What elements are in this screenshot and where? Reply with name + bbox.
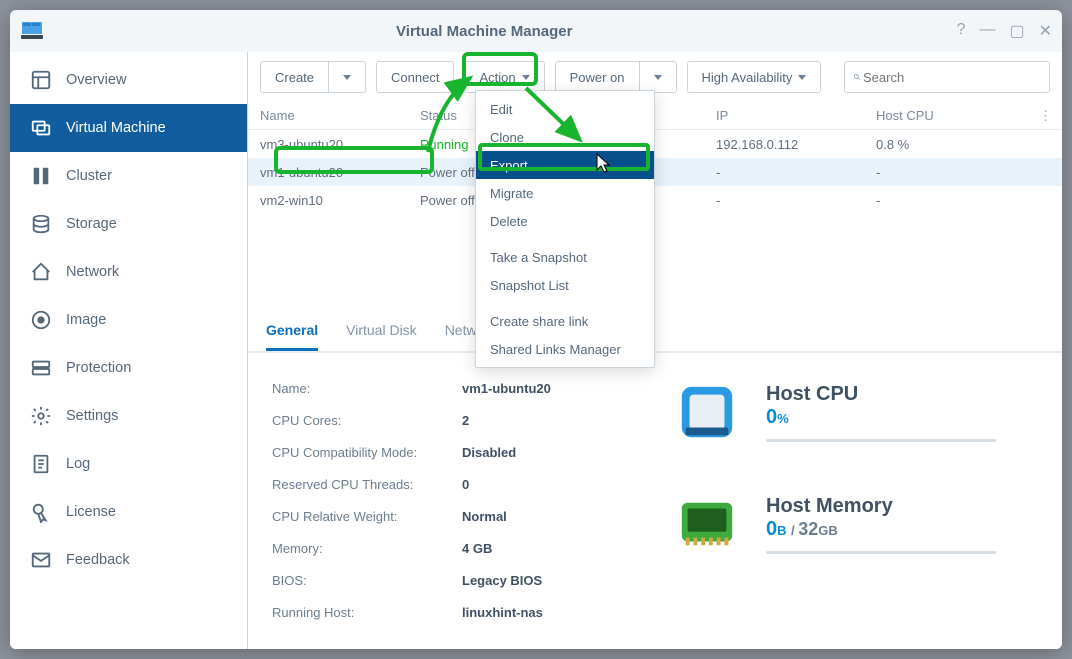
- protection-icon: [30, 357, 52, 379]
- sidebar-item-label: Image: [66, 312, 106, 328]
- gear-icon: [30, 405, 52, 427]
- sidebar-item-feedback[interactable]: Feedback: [10, 536, 247, 584]
- overview-icon: [30, 69, 52, 91]
- search-input[interactable]: [861, 69, 1041, 86]
- properties-list: Name:vm1-ubuntu20 CPU Cores:2 CPU Compat…: [272, 373, 652, 629]
- tab-general[interactable]: General: [266, 322, 318, 351]
- menu-item-snapshot-list[interactable]: Snapshot List: [476, 271, 654, 299]
- sidebar-item-protection[interactable]: Protection: [10, 344, 247, 392]
- table-header: Name Status Host IP Host CPU ⋮: [248, 102, 1062, 130]
- titlebar: Virtual Machine Manager ? — ▢ ✕: [10, 10, 1062, 52]
- toolbar: Create Connect Action Power on High Avai…: [248, 52, 1062, 102]
- chevron-down-icon: [343, 75, 351, 80]
- table-row[interactable]: vm1-ubuntu20 Power off nas - -: [248, 158, 1062, 186]
- vm-icon: [30, 117, 52, 139]
- sidebar-item-label: Protection: [66, 360, 131, 376]
- image-icon: [30, 309, 52, 331]
- window-title: Virtual Machine Manager: [12, 23, 957, 40]
- columns-menu-icon[interactable]: ⋮: [1039, 108, 1062, 124]
- chevron-down-icon: [798, 75, 806, 80]
- search-icon: [853, 69, 861, 85]
- search-box[interactable]: [844, 61, 1050, 93]
- col-name[interactable]: Name: [260, 108, 420, 123]
- action-button[interactable]: Action: [464, 61, 544, 93]
- license-icon: [30, 501, 52, 523]
- cluster-icon: [30, 165, 52, 187]
- table-row[interactable]: vm3-ubuntu20 Running nas 192.168.0.112 0…: [248, 130, 1062, 158]
- menu-item-delete[interactable]: Delete: [476, 207, 654, 235]
- menu-item-clone[interactable]: Clone: [476, 123, 654, 151]
- maximize-icon[interactable]: ▢: [1009, 21, 1024, 41]
- menu-item-edit[interactable]: Edit: [476, 95, 654, 123]
- col-ip[interactable]: IP: [716, 108, 876, 123]
- help-icon[interactable]: ?: [957, 21, 966, 41]
- sidebar-item-image[interactable]: Image: [10, 296, 247, 344]
- log-icon: [30, 453, 52, 475]
- sidebar-item-label: License: [66, 504, 116, 520]
- connect-button[interactable]: Connect: [376, 61, 454, 93]
- table-row[interactable]: vm2-win10 Power off nas - -: [248, 186, 1062, 214]
- menu-item-migrate[interactable]: Migrate: [476, 179, 654, 207]
- network-icon: [30, 261, 52, 283]
- memory-icon: [676, 493, 738, 555]
- chevron-down-icon: [522, 75, 530, 80]
- sidebar-item-label: Storage: [66, 216, 117, 232]
- power-button[interactable]: Power on: [555, 61, 640, 93]
- close-icon[interactable]: ✕: [1039, 21, 1052, 41]
- tab-virtual-disk[interactable]: Virtual Disk: [346, 322, 417, 351]
- menu-item-shared-links-mgr[interactable]: Shared Links Manager: [476, 335, 654, 363]
- sidebar-item-label: Cluster: [66, 168, 112, 184]
- menu-item-share-link[interactable]: Create share link: [476, 307, 654, 335]
- sidebar-item-network[interactable]: Network: [10, 248, 247, 296]
- sidebar-item-label: Virtual Machine: [66, 120, 166, 136]
- storage-icon: [30, 213, 52, 235]
- sidebar-item-log[interactable]: Log: [10, 440, 247, 488]
- sidebar-item-storage[interactable]: Storage: [10, 200, 247, 248]
- main-panel: Create Connect Action Power on High Avai…: [248, 52, 1062, 649]
- minimize-icon[interactable]: —: [979, 21, 995, 41]
- col-cpu[interactable]: Host CPU: [876, 108, 976, 123]
- host-cpu-gauge: Host CPU 0%: [676, 381, 1038, 443]
- sidebar-item-label: Network: [66, 264, 119, 280]
- sidebar-item-license[interactable]: License: [10, 488, 247, 536]
- feedback-icon: [30, 549, 52, 571]
- create-button[interactable]: Create: [260, 61, 329, 93]
- power-dropdown[interactable]: [639, 61, 677, 93]
- detail-tabs: General Virtual Disk Network High Availa…: [248, 312, 1062, 352]
- sidebar: Overview Virtual Machine Cluster Storage…: [10, 52, 248, 649]
- menu-item-snapshot[interactable]: Take a Snapshot: [476, 243, 654, 271]
- sidebar-item-label: Overview: [66, 72, 126, 88]
- host-memory-gauge: Host Memory 0B / 32GB: [676, 493, 1038, 555]
- vm-table: Name Status Host IP Host CPU ⋮ vm3-ubunt…: [248, 102, 1062, 214]
- high-availability-button[interactable]: High Availability: [687, 61, 822, 93]
- detail-panel: Name:vm1-ubuntu20 CPU Cores:2 CPU Compat…: [248, 352, 1062, 649]
- create-dropdown[interactable]: [328, 61, 366, 93]
- sidebar-item-label: Settings: [66, 408, 118, 424]
- sidebar-item-virtual-machine[interactable]: Virtual Machine: [10, 104, 247, 152]
- cpu-icon: [676, 381, 738, 443]
- app-window: Virtual Machine Manager ? — ▢ ✕ Overview…: [10, 10, 1062, 649]
- sidebar-item-cluster[interactable]: Cluster: [10, 152, 247, 200]
- chevron-down-icon: [654, 75, 662, 80]
- menu-item-export[interactable]: Export: [476, 151, 654, 179]
- action-menu: Edit Clone Export Migrate Delete Take a …: [475, 90, 655, 368]
- sidebar-item-settings[interactable]: Settings: [10, 392, 247, 440]
- sidebar-item-label: Feedback: [66, 552, 130, 568]
- sidebar-item-overview[interactable]: Overview: [10, 56, 247, 104]
- sidebar-item-label: Log: [66, 456, 90, 472]
